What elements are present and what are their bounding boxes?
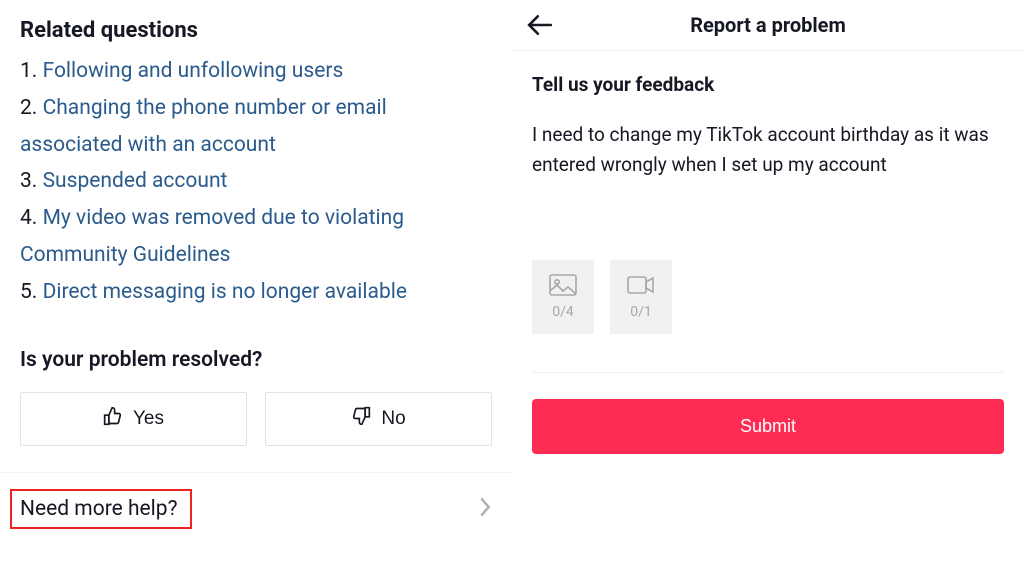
- question-link[interactable]: Suspended account: [43, 169, 228, 193]
- video-count: 0/1: [630, 304, 652, 320]
- divider: [532, 372, 1004, 373]
- question-list: 1. Following and unfollowing users 2. Ch…: [20, 53, 492, 310]
- video-icon: [627, 274, 655, 300]
- no-label: No: [381, 408, 405, 430]
- thumbs-down-icon: [351, 406, 371, 432]
- resolved-buttons: Yes No: [20, 392, 492, 446]
- question-link[interactable]: My video was removed due to violating Co…: [20, 206, 404, 267]
- question-item: 1. Following and unfollowing users: [20, 53, 492, 90]
- thumbs-up-icon: [103, 406, 123, 432]
- page-title: Report a problem: [512, 13, 1024, 37]
- feedback-textarea[interactable]: [532, 120, 1004, 250]
- add-video-button[interactable]: 0/1: [610, 260, 672, 334]
- back-button[interactable]: [527, 14, 553, 36]
- image-icon: [549, 274, 577, 300]
- question-link[interactable]: Following and unfollowing users: [43, 59, 344, 83]
- related-questions-title: Related questions: [20, 18, 492, 43]
- feedback-label: Tell us your feedback: [532, 73, 1004, 96]
- question-item: 5. Direct messaging is no longer availab…: [20, 274, 492, 311]
- report-header: Report a problem: [512, 0, 1024, 51]
- attachment-row: 0/4 0/1: [532, 260, 1004, 334]
- resolved-prompt: Is your problem resolved?: [20, 348, 492, 372]
- question-item: 3. Suspended account: [20, 163, 492, 200]
- question-item: 2. Changing the phone number or email as…: [20, 90, 492, 164]
- add-photo-button[interactable]: 0/4: [532, 260, 594, 334]
- no-button[interactable]: No: [265, 392, 492, 446]
- related-questions-panel: Related questions 1. Following and unfol…: [0, 0, 512, 561]
- question-link[interactable]: Direct messaging is no longer available: [43, 280, 407, 304]
- chevron-right-icon: [478, 496, 492, 522]
- question-link[interactable]: Changing the phone number or email assoc…: [20, 96, 387, 157]
- report-body: Tell us your feedback 0/4: [512, 51, 1024, 561]
- yes-label: Yes: [133, 408, 164, 430]
- photo-count: 0/4: [552, 304, 574, 320]
- need-more-help-label: Need more help?: [10, 489, 192, 529]
- question-item: 4. My video was removed due to violating…: [20, 200, 492, 274]
- report-problem-panel: Report a problem Tell us your feedback 0…: [512, 0, 1024, 561]
- submit-button[interactable]: Submit: [532, 399, 1004, 454]
- yes-button[interactable]: Yes: [20, 392, 247, 446]
- need-more-help-row[interactable]: Need more help?: [0, 473, 512, 545]
